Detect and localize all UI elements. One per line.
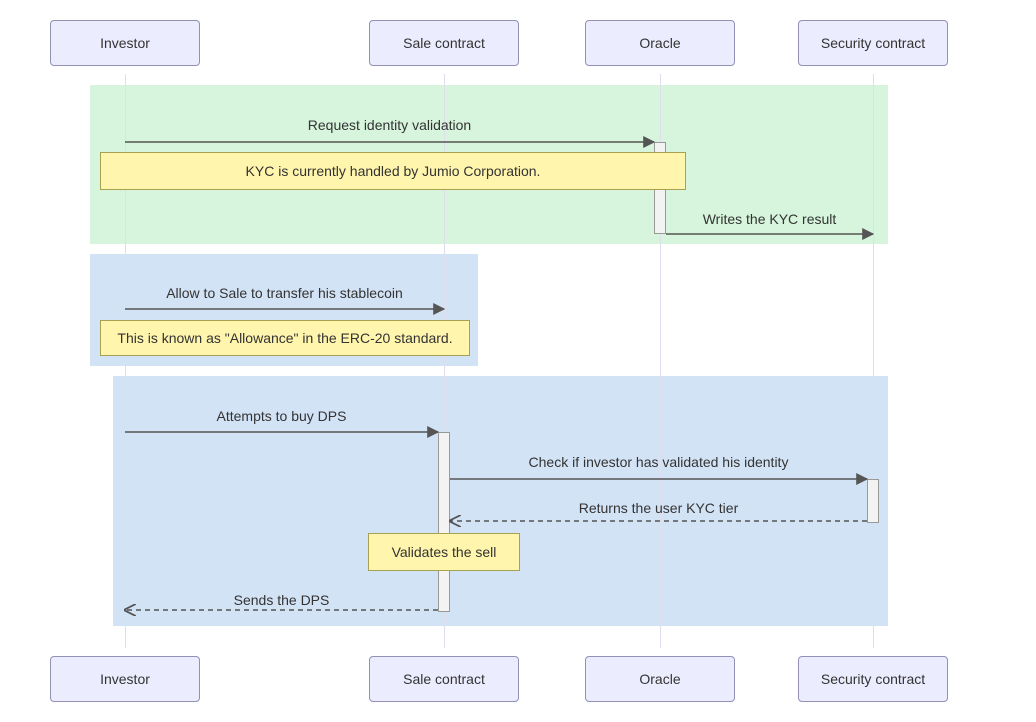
participant-label: Security contract <box>821 35 925 51</box>
msg-attempts-buy-dps: Attempts to buy DPS <box>125 408 438 424</box>
participant-label: Investor <box>100 671 150 687</box>
msg-returns-kyc-tier: Returns the user KYC tier <box>450 500 867 516</box>
msg-sends-dps: Sends the DPS <box>125 592 438 608</box>
participant-investor-bottom: Investor <box>50 656 200 702</box>
participant-oracle-bottom: Oracle <box>585 656 735 702</box>
participant-investor-top: Investor <box>50 20 200 66</box>
msg-request-identity-validation: Request identity validation <box>125 117 654 133</box>
participant-label: Oracle <box>639 35 680 51</box>
msg-check-investor-identity: Check if investor has validated his iden… <box>450 454 867 470</box>
participant-label: Sale contract <box>403 35 485 51</box>
note-allowance-erc20: This is known as "Allowance" in the ERC-… <box>100 320 470 356</box>
msg-allow-sale-transfer: Allow to Sale to transfer his stablecoin <box>125 285 444 301</box>
participant-label: Investor <box>100 35 150 51</box>
participant-label: Oracle <box>639 671 680 687</box>
activation-sale <box>438 432 450 612</box>
participant-sale-bottom: Sale contract <box>369 656 519 702</box>
participant-sale-top: Sale contract <box>369 20 519 66</box>
participant-label: Sale contract <box>403 671 485 687</box>
participant-security-top: Security contract <box>798 20 948 66</box>
participant-oracle-top: Oracle <box>585 20 735 66</box>
note-kyc-jumio: KYC is currently handled by Jumio Corpor… <box>100 152 686 190</box>
participant-security-bottom: Security contract <box>798 656 948 702</box>
note-validates-sell: Validates the sell <box>368 533 520 571</box>
activation-security <box>867 479 879 523</box>
participant-label: Security contract <box>821 671 925 687</box>
lifeline-security <box>873 74 874 648</box>
msg-writes-kyc-result: Writes the KYC result <box>666 211 873 227</box>
